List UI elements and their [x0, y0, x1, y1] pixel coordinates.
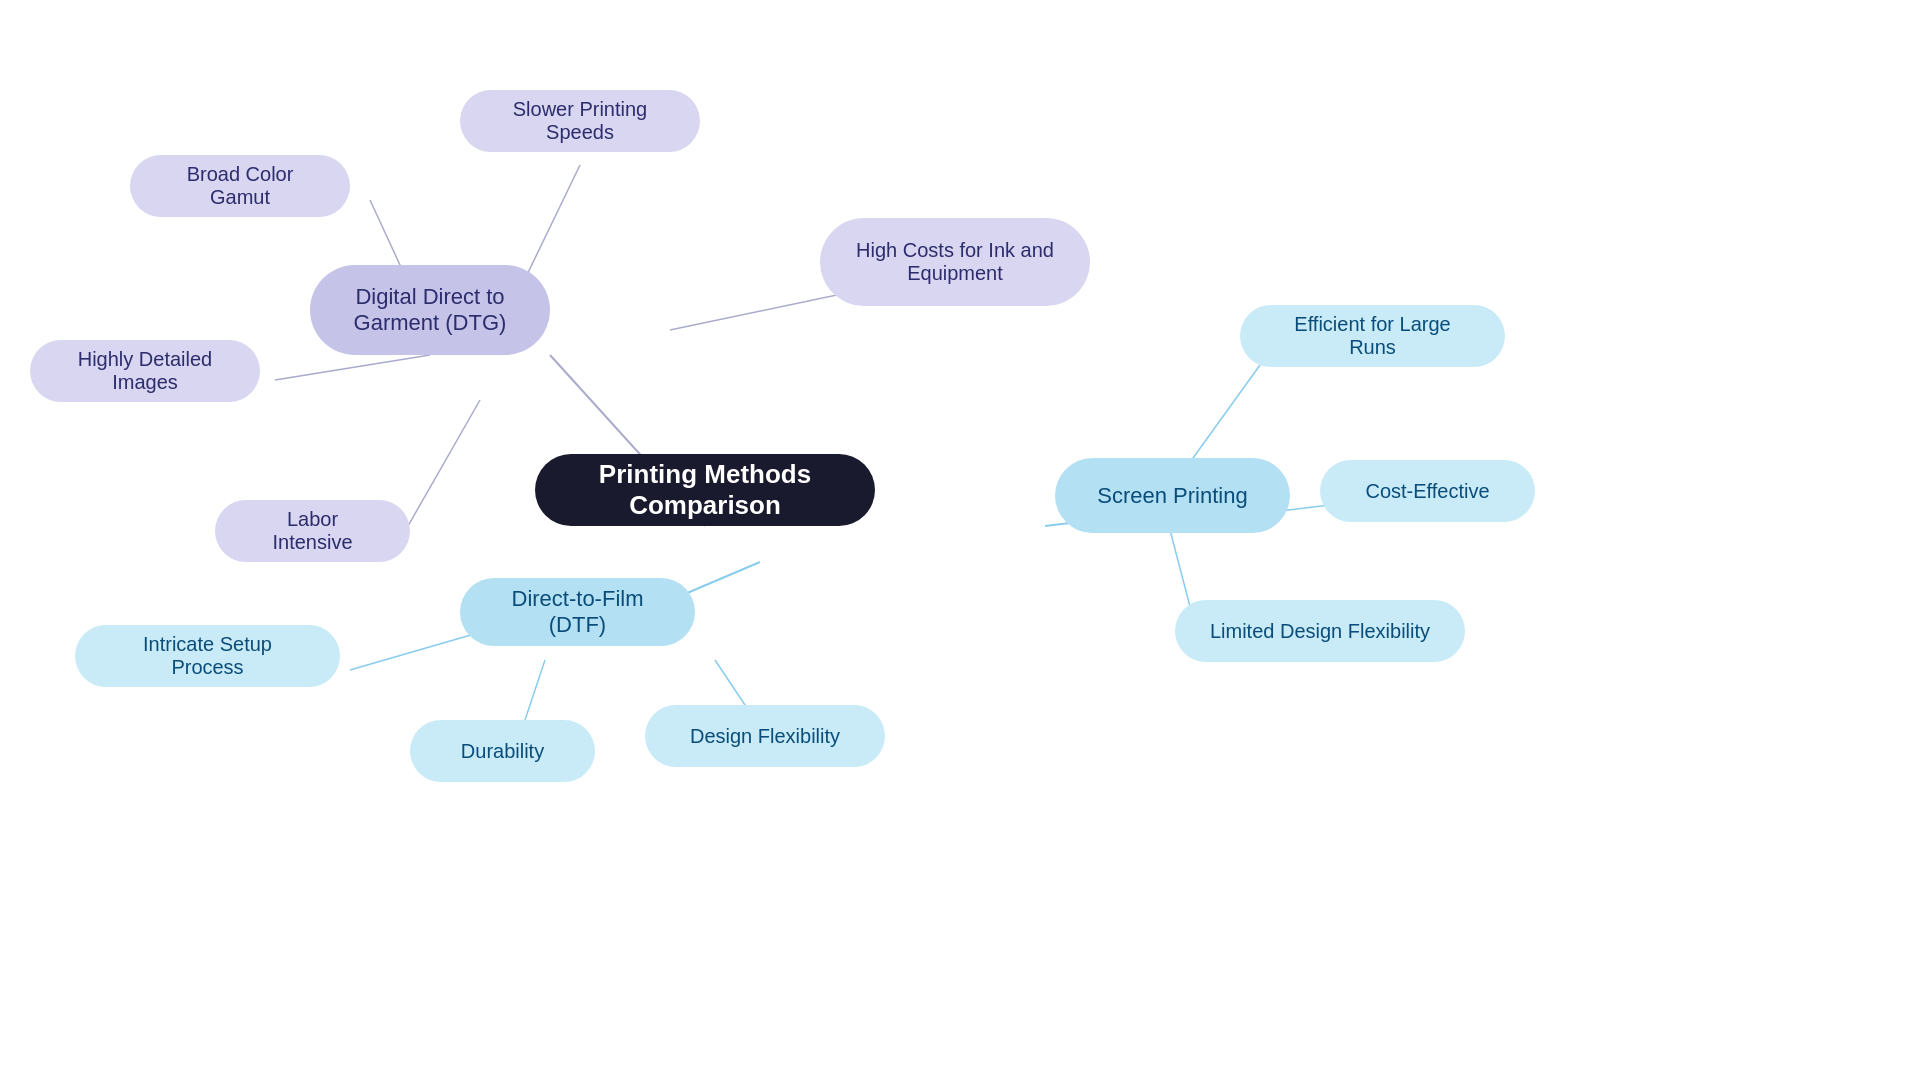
highly-detailed-node: Highly Detailed Images	[30, 340, 260, 402]
labor-intensive-node: Labor Intensive	[215, 500, 410, 562]
svg-line-5	[275, 355, 430, 380]
dtf-node: Direct-to-Film (DTF)	[460, 578, 695, 646]
durability-node: Durability	[410, 720, 595, 782]
intricate-setup-node: Intricate Setup Process	[75, 625, 340, 687]
broad-color-node: Broad Color Gamut	[130, 155, 350, 217]
screen-printing-node: Screen Printing	[1055, 458, 1290, 533]
limited-design-node: Limited Design Flexibility	[1175, 600, 1465, 662]
efficient-large-node: Efficient for Large Runs	[1240, 305, 1505, 367]
svg-line-6	[400, 400, 480, 540]
slower-printing-node: Slower Printing Speeds	[460, 90, 700, 152]
design-flexibility-node: Design Flexibility	[645, 705, 885, 767]
high-costs-node: High Costs for Ink and Equipment	[820, 218, 1090, 306]
dtg-node: Digital Direct to Garment (DTG)	[310, 265, 550, 355]
mind-map-canvas: Printing Methods Comparison Digital Dire…	[0, 0, 1920, 1083]
center-node: Printing Methods Comparison	[535, 454, 875, 526]
cost-effective-node: Cost-Effective	[1320, 460, 1535, 522]
